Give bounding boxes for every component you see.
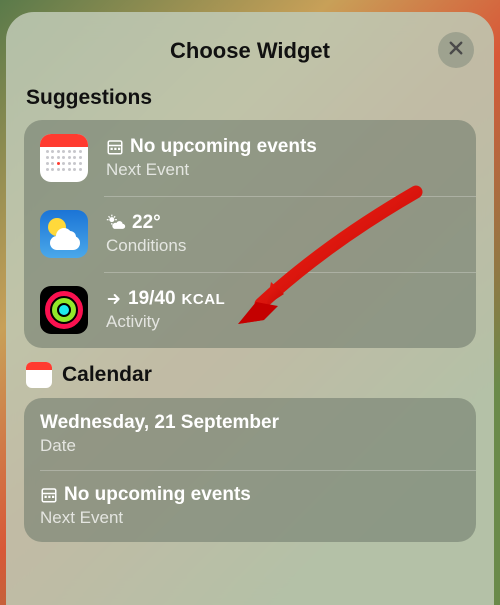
sheet-header: Choose Widget bbox=[24, 30, 476, 72]
close-icon bbox=[447, 39, 465, 62]
activity-app-icon bbox=[40, 286, 88, 334]
widget-text: Wednesday, 21 September Date bbox=[40, 412, 279, 456]
calendar-app-icon bbox=[26, 362, 52, 388]
widget-suggestion-conditions[interactable]: 22° Conditions bbox=[24, 196, 476, 272]
weather-app-icon bbox=[40, 210, 88, 258]
section-label-suggestions: Suggestions bbox=[26, 86, 476, 110]
arrow-right-icon bbox=[106, 291, 122, 307]
sheet-title: Choose Widget bbox=[170, 38, 330, 64]
suggestion-text: 19/40 KCAL Activity bbox=[106, 288, 225, 332]
suggestion-title-unit: KCAL bbox=[182, 291, 226, 308]
calendar-app-icon bbox=[40, 134, 88, 182]
widget-text: No upcoming events Next Event bbox=[40, 484, 251, 528]
widget-suggestion-activity[interactable]: 19/40 KCAL Activity bbox=[24, 272, 476, 348]
suggestion-title: 22° bbox=[132, 212, 161, 234]
suggestion-title: 19/40 bbox=[128, 288, 176, 310]
widget-subtitle: Date bbox=[40, 436, 279, 456]
suggestion-subtitle: Conditions bbox=[106, 236, 186, 256]
suggestion-title: No upcoming events bbox=[130, 136, 317, 158]
partly-cloudy-icon bbox=[106, 214, 126, 232]
widget-picker-sheet: Choose Widget Suggestions bbox=[6, 12, 494, 605]
suggestions-card: No upcoming events Next Event bbox=[24, 120, 476, 348]
widget-title: No upcoming events bbox=[64, 484, 251, 506]
section-label-text: Calendar bbox=[62, 363, 152, 387]
section-label-calendar: Calendar bbox=[26, 362, 476, 388]
suggestion-text: 22° Conditions bbox=[106, 212, 186, 256]
suggestion-text: No upcoming events Next Event bbox=[106, 136, 317, 180]
calendar-grid-icon bbox=[106, 138, 124, 156]
calendar-grid-icon bbox=[40, 486, 58, 504]
widget-calendar-date[interactable]: Wednesday, 21 September Date bbox=[24, 398, 476, 470]
calendar-card: Wednesday, 21 September Date No upcoming… bbox=[24, 398, 476, 542]
widget-subtitle: Next Event bbox=[40, 508, 251, 528]
widget-suggestion-next-event[interactable]: No upcoming events Next Event bbox=[24, 120, 476, 196]
suggestion-subtitle: Next Event bbox=[106, 160, 317, 180]
widget-title: Wednesday, 21 September bbox=[40, 412, 279, 434]
suggestion-subtitle: Activity bbox=[106, 312, 225, 332]
widget-calendar-next-event[interactable]: No upcoming events Next Event bbox=[24, 470, 476, 542]
close-button[interactable] bbox=[438, 32, 474, 68]
